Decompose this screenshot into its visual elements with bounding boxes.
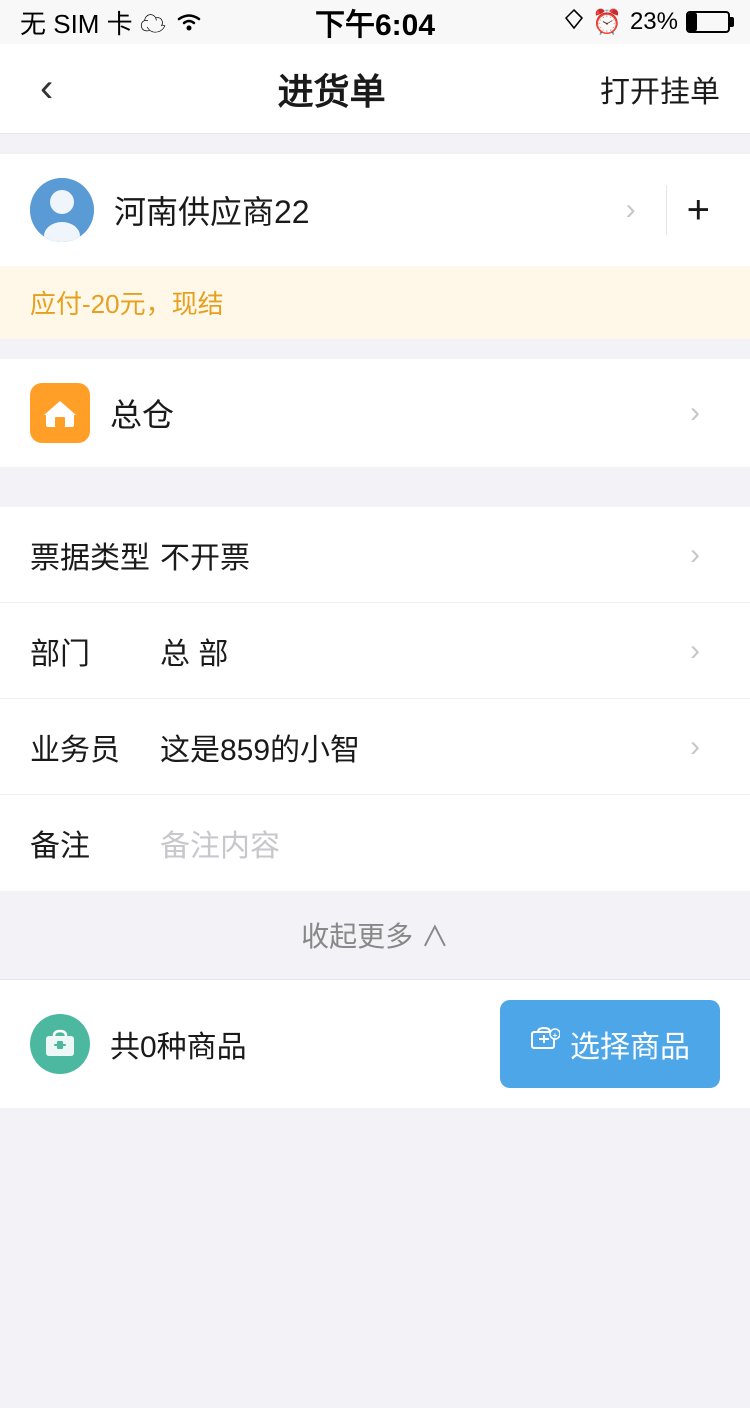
divider-2 bbox=[0, 339, 750, 359]
divider-3 bbox=[0, 467, 750, 487]
salesperson-row[interactable]: 业务员 这是859的小智 › bbox=[0, 699, 750, 795]
department-value: 总 部 bbox=[160, 629, 690, 673]
salesperson-chevron-icon: › bbox=[690, 730, 700, 764]
vertical-divider bbox=[666, 185, 667, 235]
clock-icon: ⏰ bbox=[592, 8, 622, 37]
collapse-button[interactable]: 收起更多 ∧ bbox=[0, 891, 750, 979]
remark-input[interactable]: 备注内容 bbox=[160, 821, 720, 865]
warehouse-icon bbox=[30, 383, 90, 443]
open-pending-button[interactable]: 打开挂单 bbox=[600, 67, 720, 111]
grey-area bbox=[0, 1108, 750, 1408]
battery-icon bbox=[686, 11, 730, 33]
bottom-bar: 共0种商品 + 选择商品 bbox=[0, 979, 750, 1108]
remark-label: 备注 bbox=[30, 821, 160, 865]
svg-text:+: + bbox=[553, 1031, 558, 1040]
warehouse-row[interactable]: 总仓 › bbox=[0, 359, 750, 467]
salesperson-label: 业务员 bbox=[30, 725, 160, 769]
department-chevron-icon: › bbox=[690, 634, 700, 668]
invoice-label: 票据类型 bbox=[30, 533, 160, 577]
avatar bbox=[30, 178, 94, 242]
status-time: 下午6:04 bbox=[315, 0, 435, 44]
divider-1 bbox=[0, 134, 750, 154]
supplier-name: 河南供应商22 bbox=[114, 187, 626, 233]
product-count: 共0种商品 bbox=[110, 1022, 500, 1066]
notice-text: 应付-20元，现结 bbox=[30, 289, 224, 319]
warehouse-section: 总仓 › bbox=[0, 359, 750, 467]
notice-bar: 应付-20元，现结 bbox=[0, 266, 750, 339]
collapse-label: 收起更多 ∧ bbox=[301, 915, 449, 955]
back-button[interactable]: ‹ bbox=[30, 56, 63, 121]
salesperson-value: 这是859的小智 bbox=[160, 725, 690, 769]
nav-bar: ‹ 进货单 打开挂单 bbox=[0, 44, 750, 134]
add-button[interactable]: + bbox=[677, 188, 720, 233]
invoice-value: 不开票 bbox=[160, 533, 690, 577]
select-product-button[interactable]: + 选择商品 bbox=[500, 1000, 720, 1088]
warehouse-name: 总仓 bbox=[110, 390, 690, 436]
product-icon bbox=[30, 1014, 90, 1074]
status-bar: 无 SIM 卡 ☁ 下午6:04 ⏰ 23% bbox=[0, 0, 750, 44]
supplier-section: 河南供应商22 › + 应付-20元，现结 bbox=[0, 154, 750, 339]
remark-row[interactable]: 备注 备注内容 bbox=[0, 795, 750, 891]
select-product-label: 选择商品 bbox=[570, 1022, 690, 1066]
location-icon bbox=[564, 8, 584, 37]
warehouse-chevron-icon: › bbox=[690, 396, 700, 430]
sim-status: 无 SIM 卡 ☁ bbox=[20, 4, 166, 41]
department-label: 部门 bbox=[30, 629, 160, 673]
form-section: 票据类型 不开票 › 部门 总 部 › 业务员 这是859的小智 › 备注 备注… bbox=[0, 507, 750, 891]
battery-percent: 23% bbox=[630, 8, 678, 36]
cart-icon: + bbox=[530, 1026, 560, 1062]
chevron-right-icon: › bbox=[626, 193, 636, 227]
status-right: ⏰ 23% bbox=[564, 8, 730, 37]
supplier-row[interactable]: 河南供应商22 › + bbox=[0, 154, 750, 266]
status-left: 无 SIM 卡 ☁ bbox=[20, 4, 204, 41]
invoice-chevron-icon: › bbox=[690, 538, 700, 572]
wifi-icon bbox=[174, 7, 204, 38]
department-row[interactable]: 部门 总 部 › bbox=[0, 603, 750, 699]
invoice-row[interactable]: 票据类型 不开票 › bbox=[0, 507, 750, 603]
page-title: 进货单 bbox=[278, 63, 386, 115]
